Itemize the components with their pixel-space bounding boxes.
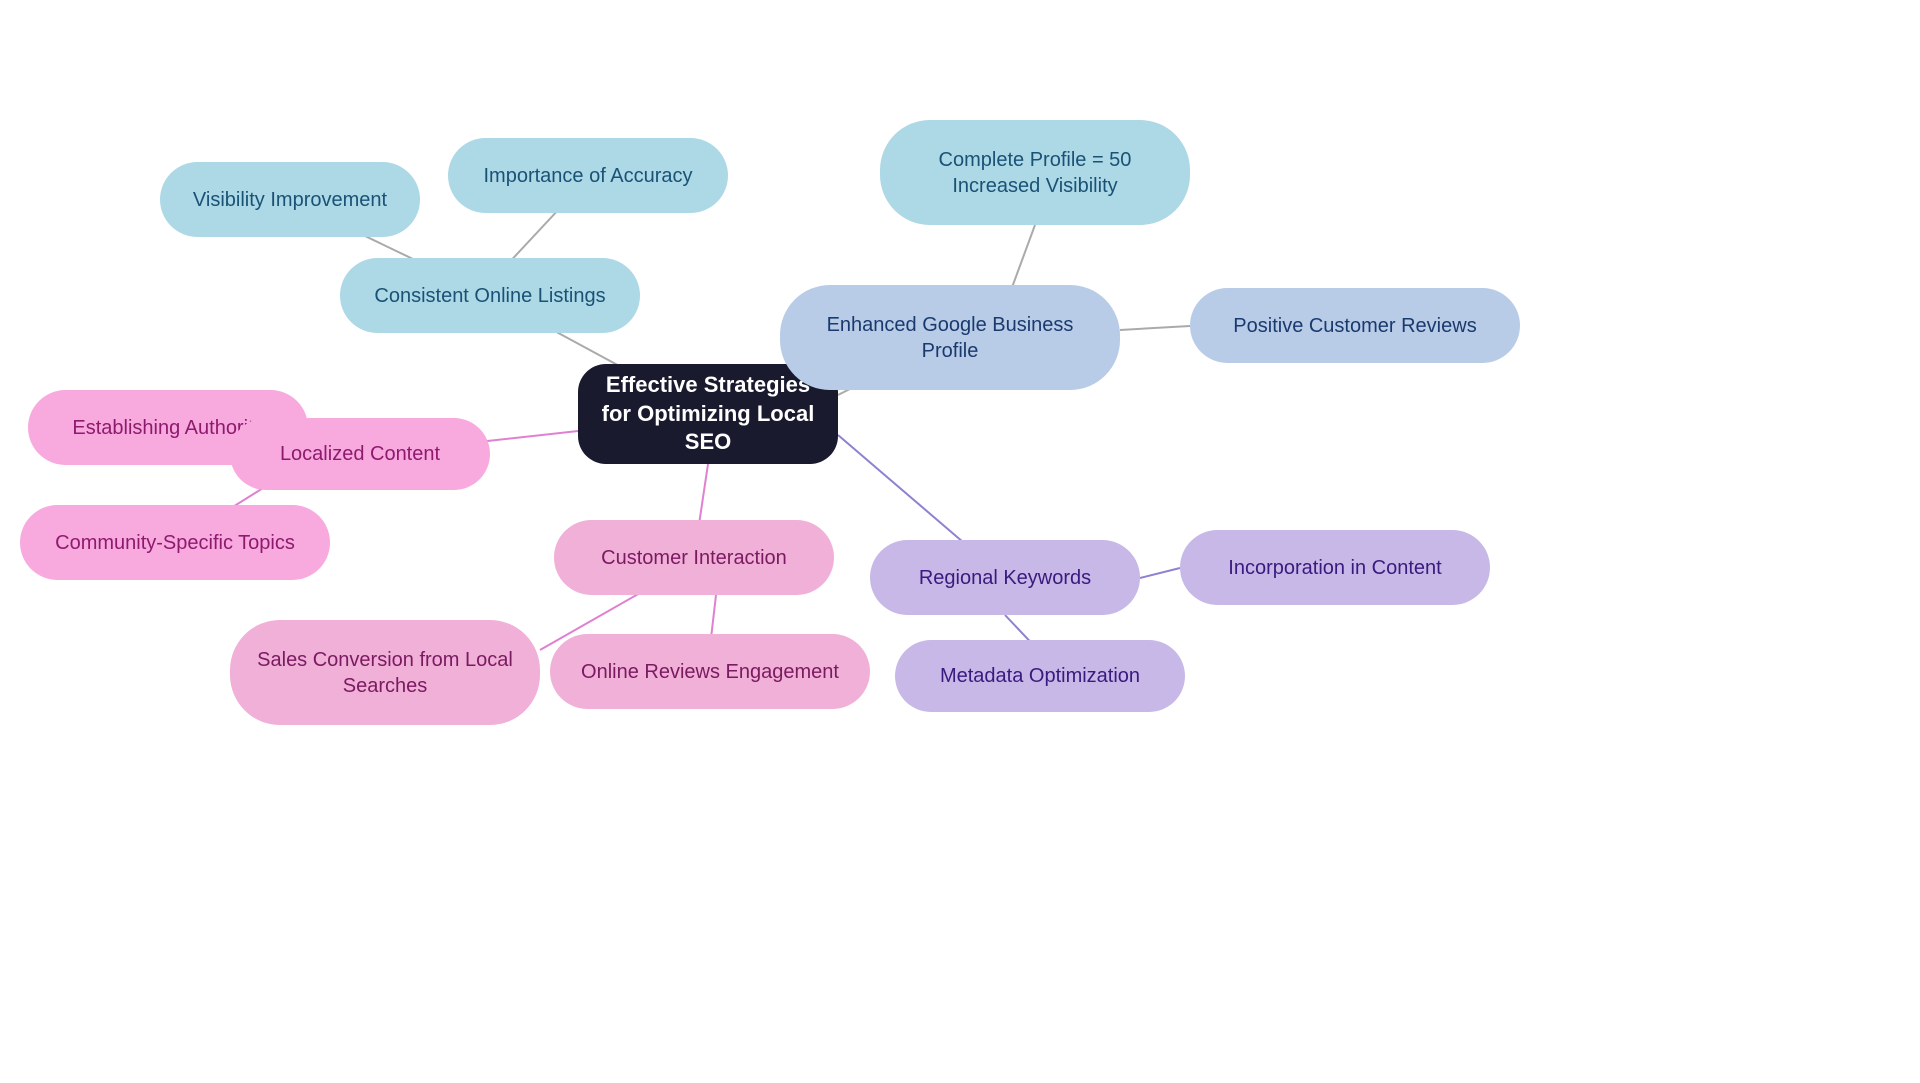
node-online-reviews-engagement: Online Reviews Engagement <box>550 634 870 709</box>
node-positive-reviews: Positive Customer Reviews <box>1190 288 1520 363</box>
node-customer-interaction: Customer Interaction <box>554 520 834 595</box>
node-community-topics: Community-Specific Topics <box>20 505 330 580</box>
node-localized-content: Localized Content <box>230 418 490 490</box>
node-enhanced-google-business: Enhanced Google Business Profile <box>780 285 1120 390</box>
node-importance-accuracy: Importance of Accuracy <box>448 138 728 213</box>
node-metadata-optimization: Metadata Optimization <box>895 640 1185 712</box>
node-complete-profile: Complete Profile = 50 Increased Visibili… <box>880 120 1190 225</box>
node-regional-keywords: Regional Keywords <box>870 540 1140 615</box>
node-consistent-listings: Consistent Online Listings <box>340 258 640 333</box>
node-sales-conversion: Sales Conversion from Local Searches <box>230 620 540 725</box>
node-visibility-improvement: Visibility Improvement <box>160 162 420 237</box>
node-incorporation-content: Incorporation in Content <box>1180 530 1490 605</box>
